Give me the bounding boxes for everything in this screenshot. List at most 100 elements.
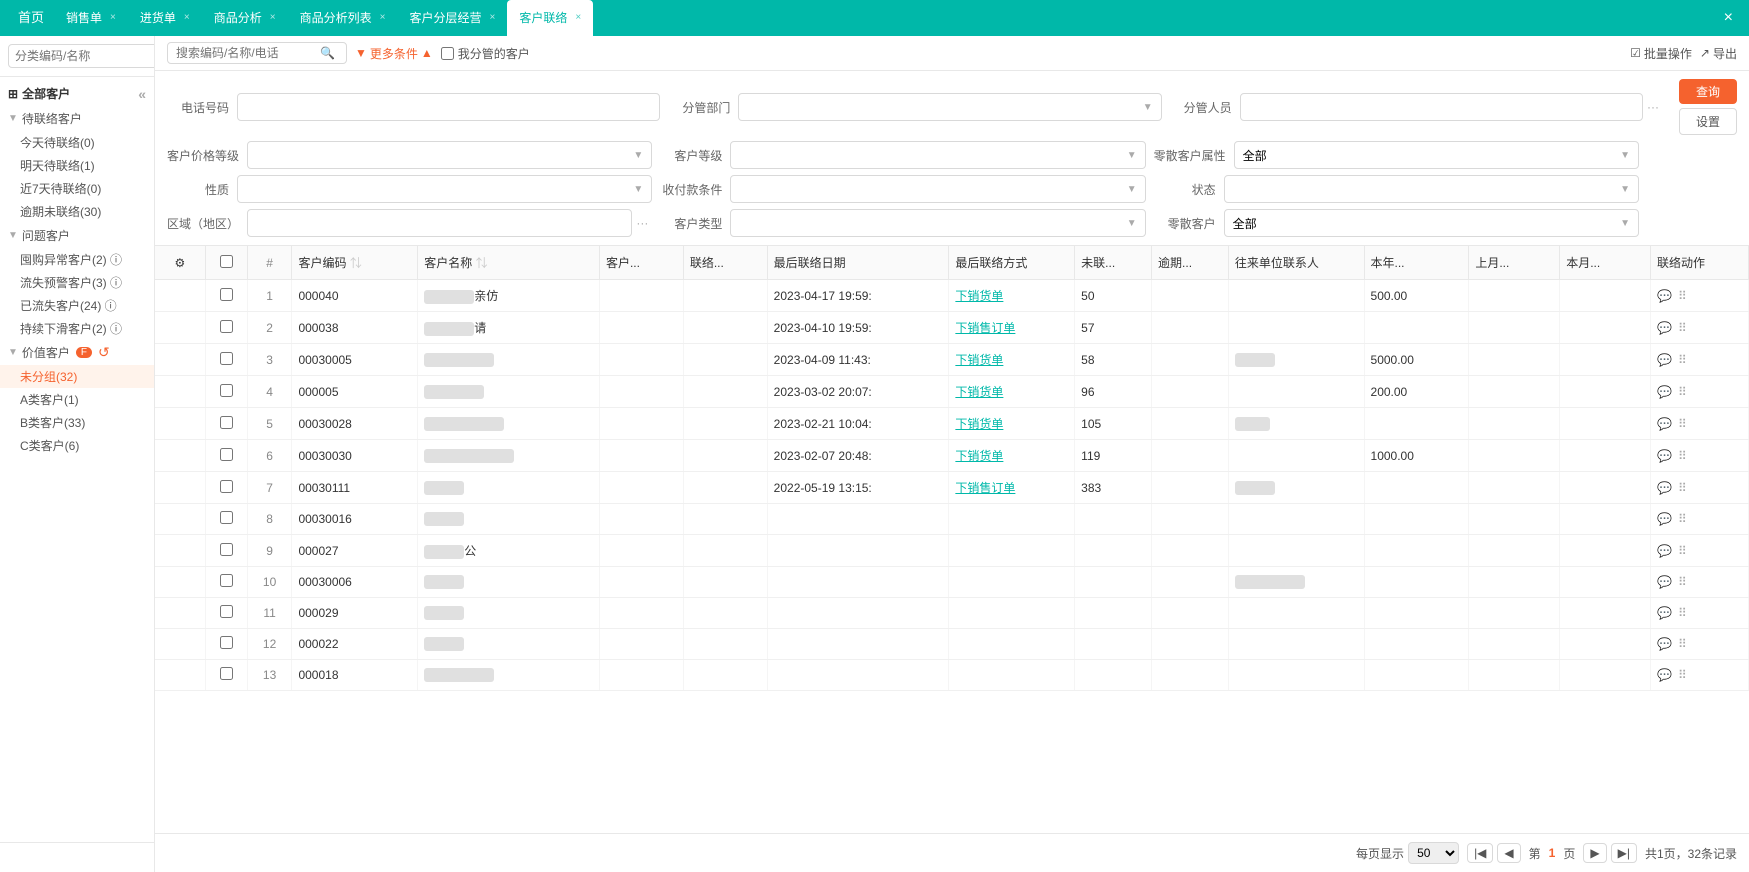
message-icon[interactable]: 💬 [1657, 449, 1672, 463]
partner-header[interactable]: 往来单位联系人 [1228, 246, 1364, 280]
my-customers-check[interactable] [441, 47, 454, 60]
last-page-button[interactable]: ▶| [1611, 843, 1637, 863]
last-way-link-7[interactable]: 下销售订单 [955, 481, 1015, 495]
more-actions-icon[interactable]: ⠿ [1678, 385, 1687, 399]
message-icon[interactable]: 💬 [1657, 289, 1672, 303]
sidebar-collapse-button[interactable]: « [138, 86, 146, 102]
tab-customer-contact[interactable]: 客户联络 × [507, 0, 593, 36]
close-purchase-order-tab[interactable]: × [184, 0, 190, 36]
reset-button[interactable]: 设置 [1679, 108, 1737, 135]
more-actions-icon[interactable]: ⠿ [1678, 321, 1687, 335]
more-actions-icon[interactable]: ⠿ [1678, 512, 1687, 526]
sidebar-item-hoarding-abnormal[interactable]: 囤购异常客户(2) ⓘ [0, 248, 154, 271]
uncontact-header[interactable]: 未联... [1075, 246, 1152, 280]
sidebar-section-problem[interactable]: ▼ 问题客户 [0, 223, 154, 248]
message-icon[interactable]: 💬 [1657, 668, 1672, 682]
message-icon[interactable]: 💬 [1657, 417, 1672, 431]
price-level-select[interactable]: ▼ [247, 141, 652, 169]
sidebar-item-unassigned[interactable]: 未分组(32) [0, 365, 154, 388]
sidebar-item-class-c[interactable]: C类客户(6) [0, 434, 154, 457]
row-checkbox[interactable] [220, 511, 233, 524]
export-button[interactable]: ↗ 导出 [1700, 45, 1737, 62]
sidebar-item-churned[interactable]: 已流失客户(24) ⓘ [0, 294, 154, 317]
message-icon[interactable]: 💬 [1657, 321, 1672, 335]
close-sales-order-tab[interactable]: × [110, 0, 116, 36]
sidebar-item-today-pending[interactable]: 今天待联络(0) [0, 131, 154, 154]
first-page-button[interactable]: |◀ [1467, 843, 1493, 863]
close-product-analysis-tab[interactable]: × [270, 0, 276, 36]
code-header[interactable]: 客户编码 ⇅ [292, 246, 418, 280]
tab-sales-order[interactable]: 销售单 × [54, 0, 128, 36]
more-actions-icon[interactable]: ⠿ [1678, 353, 1687, 367]
window-close-button[interactable]: × [1716, 9, 1741, 27]
customer-search-input[interactable] [176, 46, 316, 60]
all-customers-label[interactable]: 全部客户 [22, 85, 70, 102]
tab-product-analysis-list[interactable]: 商品分析列表 × [288, 0, 398, 36]
more-actions-icon[interactable]: ⠿ [1678, 481, 1687, 495]
more-actions-icon[interactable]: ⠿ [1678, 544, 1687, 558]
contact-header[interactable]: 联络... [683, 246, 767, 280]
manager-more-button[interactable]: ··· [1643, 100, 1663, 114]
tab-product-analysis[interactable]: 商品分析 × [202, 0, 288, 36]
close-customer-stratification-tab[interactable]: × [489, 0, 495, 36]
sidebar-item-7day-pending[interactable]: 近7天待联络(0) [0, 177, 154, 200]
region-more-button[interactable]: ··· [632, 216, 652, 230]
last-date-header[interactable]: 最后联络日期 [767, 246, 949, 280]
customer-type-select[interactable]: ▼ [730, 209, 1145, 237]
home-tab[interactable]: 首页 [8, 0, 54, 36]
page-size-select[interactable]: 50 100 200 [1408, 842, 1459, 864]
search-icon[interactable]: 🔍 [320, 46, 335, 60]
close-product-analysis-list-tab[interactable]: × [380, 0, 386, 36]
last-way-link-3[interactable]: 下销货单 [955, 353, 1003, 367]
tab-customer-stratification[interactable]: 客户分层经营 × [397, 0, 507, 36]
batch-operation-button[interactable]: ☑ 批量操作 [1630, 45, 1692, 62]
more-actions-icon[interactable]: ⠿ [1678, 575, 1687, 589]
sidebar-section-value[interactable]: ▼ 价值客户 F ↺ [0, 340, 154, 365]
row-checkbox[interactable] [220, 320, 233, 333]
settings-column-header[interactable]: ⚙ [155, 246, 205, 280]
name-header[interactable]: 客户名称 ⇅ [418, 246, 600, 280]
more-actions-icon[interactable]: ⠿ [1678, 637, 1687, 651]
row-checkbox[interactable] [220, 636, 233, 649]
row-checkbox[interactable] [220, 384, 233, 397]
query-button[interactable]: 查询 [1679, 79, 1737, 104]
thismonth-header[interactable]: 本月... [1560, 246, 1651, 280]
last-way-link-6[interactable]: 下销货单 [955, 449, 1003, 463]
customer-level-select[interactable]: ▼ [730, 141, 1145, 169]
region-select[interactable] [247, 209, 632, 237]
year-header[interactable]: 本年... [1364, 246, 1469, 280]
message-icon[interactable]: 💬 [1657, 544, 1672, 558]
overdue-header[interactable]: 逾期... [1152, 246, 1229, 280]
prev-page-button[interactable]: ◀ [1497, 843, 1520, 863]
message-icon[interactable]: 💬 [1657, 606, 1672, 620]
row-checkbox[interactable] [220, 574, 233, 587]
type-header[interactable]: 客户... [599, 246, 683, 280]
last-way-link-5[interactable]: 下销货单 [955, 417, 1003, 431]
retail-select[interactable]: 全部 ▼ [1224, 209, 1639, 237]
manager-select[interactable] [1240, 93, 1643, 121]
tab-purchase-order[interactable]: 进货单 × [128, 0, 202, 36]
sidebar-item-class-a[interactable]: A类客户(1) [0, 388, 154, 411]
row-checkbox[interactable] [220, 288, 233, 301]
more-actions-icon[interactable]: ⠿ [1678, 449, 1687, 463]
message-icon[interactable]: 💬 [1657, 481, 1672, 495]
more-actions-icon[interactable]: ⠿ [1678, 668, 1687, 682]
message-icon[interactable]: 💬 [1657, 512, 1672, 526]
next-page-button[interactable]: ▶ [1583, 843, 1606, 863]
retail-attr-select[interactable]: 全部 ▼ [1234, 141, 1639, 169]
sidebar-item-churn-warning[interactable]: 流失预警客户(3) ⓘ [0, 271, 154, 294]
message-icon[interactable]: 💬 [1657, 353, 1672, 367]
last-way-link-4[interactable]: 下销货单 [955, 385, 1003, 399]
sidebar-item-class-b[interactable]: B类客户(33) [0, 411, 154, 434]
my-customers-checkbox[interactable]: 我分管的客户 [441, 45, 530, 62]
row-checkbox[interactable] [220, 667, 233, 680]
row-checkbox[interactable] [220, 416, 233, 429]
row-checkbox[interactable] [220, 543, 233, 556]
check-all-header[interactable] [205, 246, 247, 280]
payment-terms-select[interactable]: ▼ [730, 175, 1145, 203]
sidebar-item-declining[interactable]: 持续下滑客户(2) ⓘ [0, 317, 154, 340]
lastmonth-header[interactable]: 上月... [1469, 246, 1560, 280]
dept-select[interactable]: ▼ [738, 93, 1161, 121]
category-search-input[interactable] [8, 44, 155, 68]
status-select[interactable]: ▼ [1224, 175, 1639, 203]
